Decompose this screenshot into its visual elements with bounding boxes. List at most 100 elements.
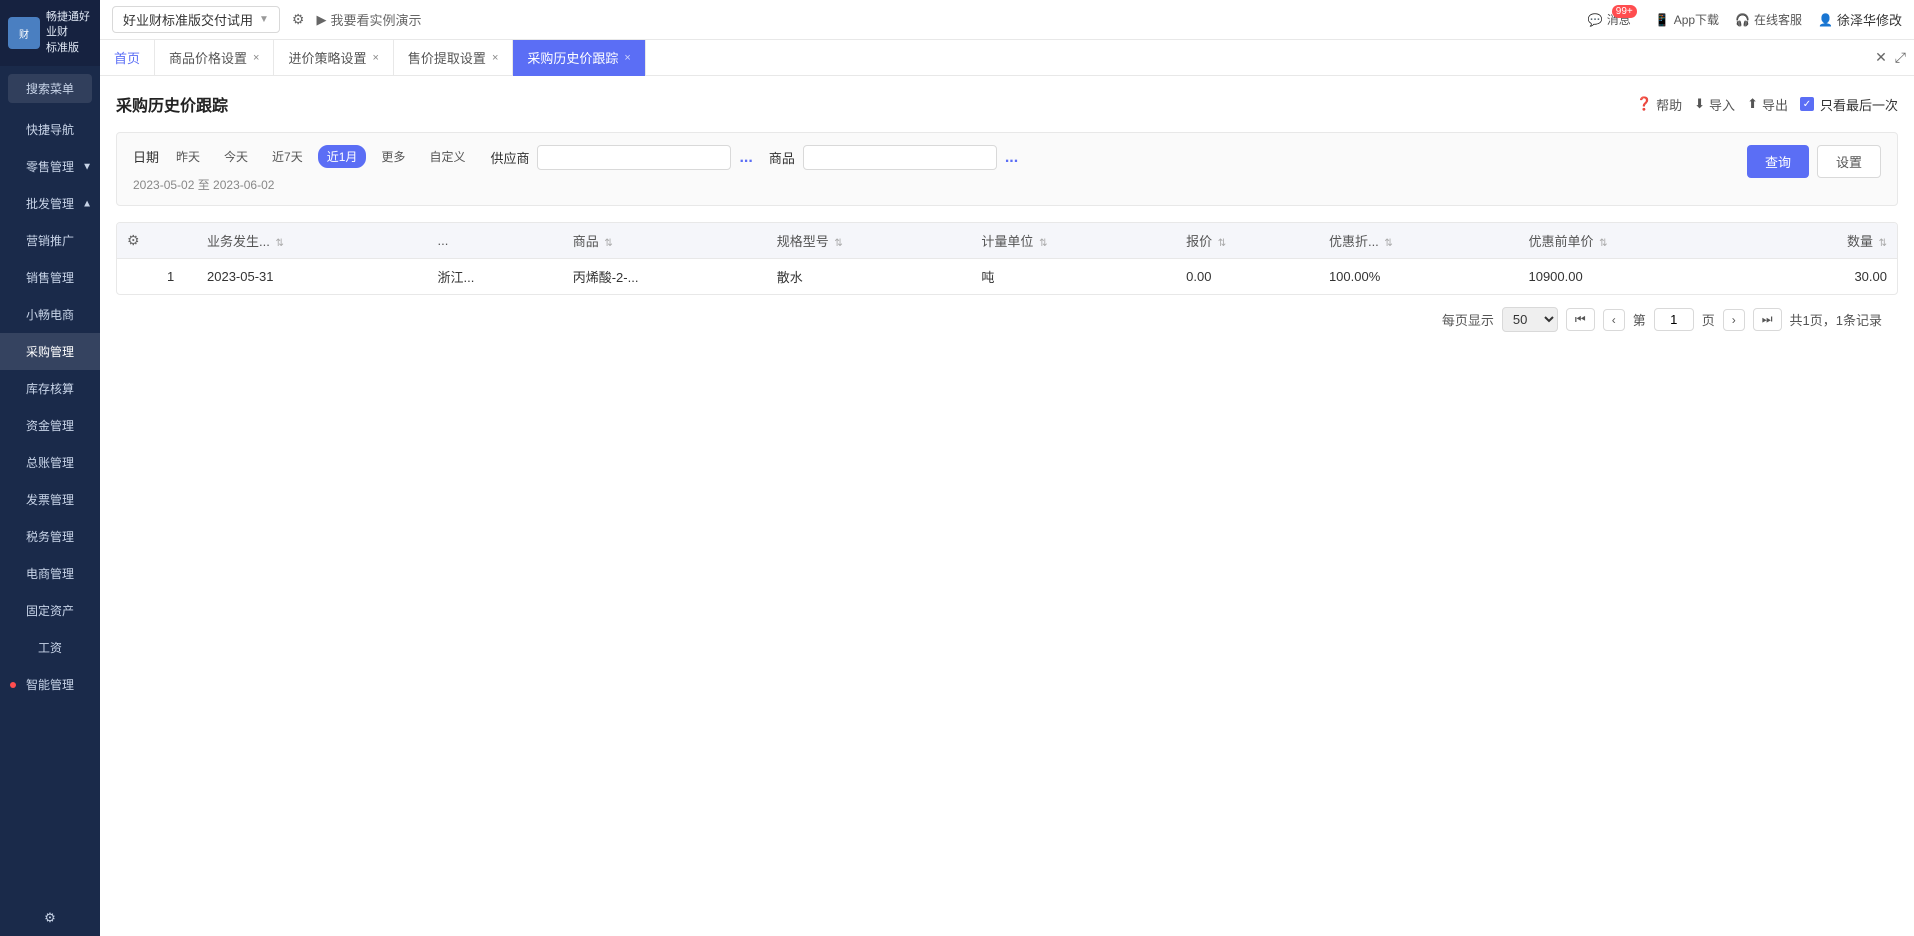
tab-product-pricing[interactable]: 商品价格设置 × bbox=[155, 40, 274, 76]
col-index bbox=[157, 223, 197, 259]
date-btn-7days[interactable]: 近7天 bbox=[263, 145, 312, 168]
col-settings[interactable]: ⚙ bbox=[117, 223, 157, 259]
topbar-settings-icon[interactable]: ⚙ bbox=[292, 11, 305, 28]
per-page-select[interactable]: 50 10 20 100 bbox=[1502, 307, 1558, 332]
sidebar-item-quicknav[interactable]: 快捷导航 bbox=[0, 111, 100, 148]
supplier-input[interactable] bbox=[537, 145, 731, 170]
sidebar-settings-button[interactable]: ⚙ bbox=[0, 900, 100, 936]
col-date-label: 业务发生... bbox=[207, 234, 270, 249]
col-extra: ... bbox=[427, 223, 562, 259]
sidebar-item-tax[interactable]: 税务管理 bbox=[0, 518, 100, 555]
table-body: 1 2023-05-31 浙江... 丙烯酸-2-... 散水 吨 0.00 1… bbox=[117, 259, 1897, 295]
cell-extra: 浙江... bbox=[427, 259, 562, 295]
wholesale-arrow-icon: ▲ bbox=[82, 198, 92, 209]
product-input[interactable] bbox=[803, 145, 997, 170]
customer-service-button[interactable]: 🎧 在线客服 bbox=[1735, 11, 1802, 28]
export-button[interactable]: ⬆ 导出 bbox=[1747, 95, 1788, 114]
col-discount[interactable]: 优惠折... ⇅ bbox=[1319, 223, 1519, 259]
sidebar-item-retail[interactable]: 零售管理 ▼ bbox=[0, 148, 100, 185]
col-pre-discount-price[interactable]: 优惠前单价 ⇅ bbox=[1518, 223, 1754, 259]
sidebar-item-marketing[interactable]: 营销推广 bbox=[0, 222, 100, 259]
col-price[interactable]: 报价 ⇅ bbox=[1176, 223, 1319, 259]
tab-purchase-history[interactable]: 采购历史价跟踪 × bbox=[513, 40, 645, 76]
payroll-label: 工资 bbox=[38, 639, 62, 656]
page-number-input[interactable] bbox=[1654, 308, 1694, 331]
date-btn-more[interactable]: 更多 bbox=[372, 145, 414, 168]
col-discount-sort-icon: ⇅ bbox=[1384, 238, 1392, 249]
date-btn-1month[interactable]: 近1月 bbox=[318, 145, 367, 168]
sidebar-item-sales[interactable]: 销售管理 bbox=[0, 259, 100, 296]
search-menu-button[interactable]: 搜索菜单 bbox=[8, 74, 92, 103]
col-discount-label: 优惠折... bbox=[1329, 234, 1379, 249]
sidebar-item-assets[interactable]: 固定资产 bbox=[0, 592, 100, 629]
sidebar-item-ecommerce-small[interactable]: 小畅电商 bbox=[0, 296, 100, 333]
page-label: 第 bbox=[1633, 310, 1646, 329]
tab-close-window-button[interactable]: ✕ bbox=[1875, 49, 1887, 66]
first-page-button[interactable]: ⏮ bbox=[1566, 308, 1595, 331]
query-button[interactable]: 查询 bbox=[1747, 145, 1809, 178]
sidebar-item-ledger[interactable]: 总账管理 bbox=[0, 444, 100, 481]
topbar: 好业财标准版交付试用 ▼ ⚙ ▶ 我要看实例演示 💬 消息 99+ 📱 App下… bbox=[100, 0, 1914, 40]
app-download-button[interactable]: 📱 App下载 bbox=[1655, 11, 1719, 28]
column-settings-icon[interactable]: ⚙ bbox=[127, 232, 140, 248]
ledger-label: 总账管理 bbox=[26, 454, 74, 471]
cell-discount: 100.00% bbox=[1319, 259, 1519, 295]
col-extra-label: ... bbox=[437, 233, 448, 248]
tab-selling-price-close-icon[interactable]: × bbox=[492, 52, 498, 64]
cell-spec: 散水 bbox=[767, 259, 972, 295]
headset-icon: 🎧 bbox=[1735, 13, 1750, 27]
sidebar-search-area[interactable]: 搜索菜单 bbox=[0, 66, 100, 111]
prev-page-button[interactable]: ‹ bbox=[1603, 309, 1625, 331]
date-filter-label: 日期 bbox=[133, 147, 159, 166]
messages-button[interactable]: 💬 消息 99+ bbox=[1588, 11, 1631, 28]
message-icon: 💬 bbox=[1588, 13, 1603, 27]
sidebar-item-wholesale[interactable]: 批发管理 ▲ bbox=[0, 185, 100, 222]
last-page-button[interactable]: ⏭ bbox=[1753, 308, 1782, 331]
date-btn-today[interactable]: 今天 bbox=[215, 145, 257, 168]
sidebar-item-invoice[interactable]: 发票管理 bbox=[0, 481, 100, 518]
tab-purchase-strategy[interactable]: 进价策略设置 × bbox=[274, 40, 393, 76]
sidebar-logo: 财 畅捷通好业财标准版 bbox=[0, 0, 100, 66]
demo-button[interactable]: ▶ 我要看实例演示 bbox=[316, 10, 421, 29]
tabbar: 首页 商品价格设置 × 进价策略设置 × 售价提取设置 × 采购历史价跟踪 × … bbox=[100, 40, 1914, 76]
col-product-label: 商品 bbox=[573, 234, 599, 249]
sidebar-item-purchase[interactable]: 采购管理 bbox=[0, 333, 100, 370]
product-more-button[interactable]: ... bbox=[1005, 149, 1018, 167]
sidebar-item-ecommerce[interactable]: 电商管理 bbox=[0, 555, 100, 592]
col-product[interactable]: 商品 ⇅ bbox=[563, 223, 767, 259]
product-selector[interactable]: 好业财标准版交付试用 ▼ bbox=[112, 6, 280, 33]
tab-selling-price[interactable]: 售价提取设置 × bbox=[394, 40, 513, 76]
import-button[interactable]: ⬇ 导入 bbox=[1694, 95, 1735, 114]
next-page-button[interactable]: › bbox=[1723, 309, 1745, 331]
col-pre-discount-sort-icon: ⇅ bbox=[1599, 238, 1607, 249]
tab-purchase-strategy-close-icon[interactable]: × bbox=[372, 52, 378, 64]
sidebar-item-ai[interactable]: 智能管理 bbox=[0, 666, 100, 703]
col-unit[interactable]: 计量单位 ⇅ bbox=[971, 223, 1176, 259]
col-spec-label: 规格型号 bbox=[777, 234, 829, 249]
tab-maximize-button[interactable]: ⤢ bbox=[1895, 49, 1906, 66]
purchase-history-table: ⚙ 业务发生... ⇅ ... 商品 bbox=[117, 223, 1897, 294]
col-date[interactable]: 业务发生... ⇅ bbox=[197, 223, 427, 259]
ai-label: 智能管理 bbox=[26, 676, 74, 693]
tab-product-pricing-close-icon[interactable]: × bbox=[253, 52, 259, 64]
sidebar-item-finance[interactable]: 资金管理 bbox=[0, 407, 100, 444]
main-area: 好业财标准版交付试用 ▼ ⚙ ▶ 我要看实例演示 💬 消息 99+ 📱 App下… bbox=[100, 0, 1914, 936]
tab-home[interactable]: 首页 bbox=[100, 40, 155, 76]
date-btn-yesterday[interactable]: 昨天 bbox=[167, 145, 209, 168]
ecommerce-label: 电商管理 bbox=[26, 565, 74, 582]
col-spec[interactable]: 规格型号 ⇅ bbox=[767, 223, 972, 259]
supplier-more-button[interactable]: ... bbox=[739, 149, 752, 167]
tab-purchase-history-close-icon[interactable]: × bbox=[624, 52, 630, 64]
sidebar-item-payroll[interactable]: 工资 bbox=[0, 629, 100, 666]
user-profile-button[interactable]: 👤 徐泽华修改 bbox=[1818, 10, 1902, 29]
user-icon: 👤 bbox=[1818, 13, 1833, 27]
supplier-filter-group: 供应商 ... bbox=[490, 145, 752, 170]
only-last-checkbox[interactable]: ✓ 只看最后一次 bbox=[1800, 95, 1898, 114]
settings-button[interactable]: 设置 bbox=[1817, 145, 1881, 178]
sidebar-item-inventory[interactable]: 库存核算 bbox=[0, 370, 100, 407]
table-row[interactable]: 1 2023-05-31 浙江... 丙烯酸-2-... 散水 吨 0.00 1… bbox=[117, 259, 1897, 295]
ai-dot-indicator bbox=[10, 682, 16, 688]
help-button[interactable]: ❓ 帮助 bbox=[1636, 95, 1682, 114]
col-quantity[interactable]: 数量 ⇅ bbox=[1754, 223, 1897, 259]
date-btn-custom[interactable]: 自定义 bbox=[420, 145, 474, 168]
